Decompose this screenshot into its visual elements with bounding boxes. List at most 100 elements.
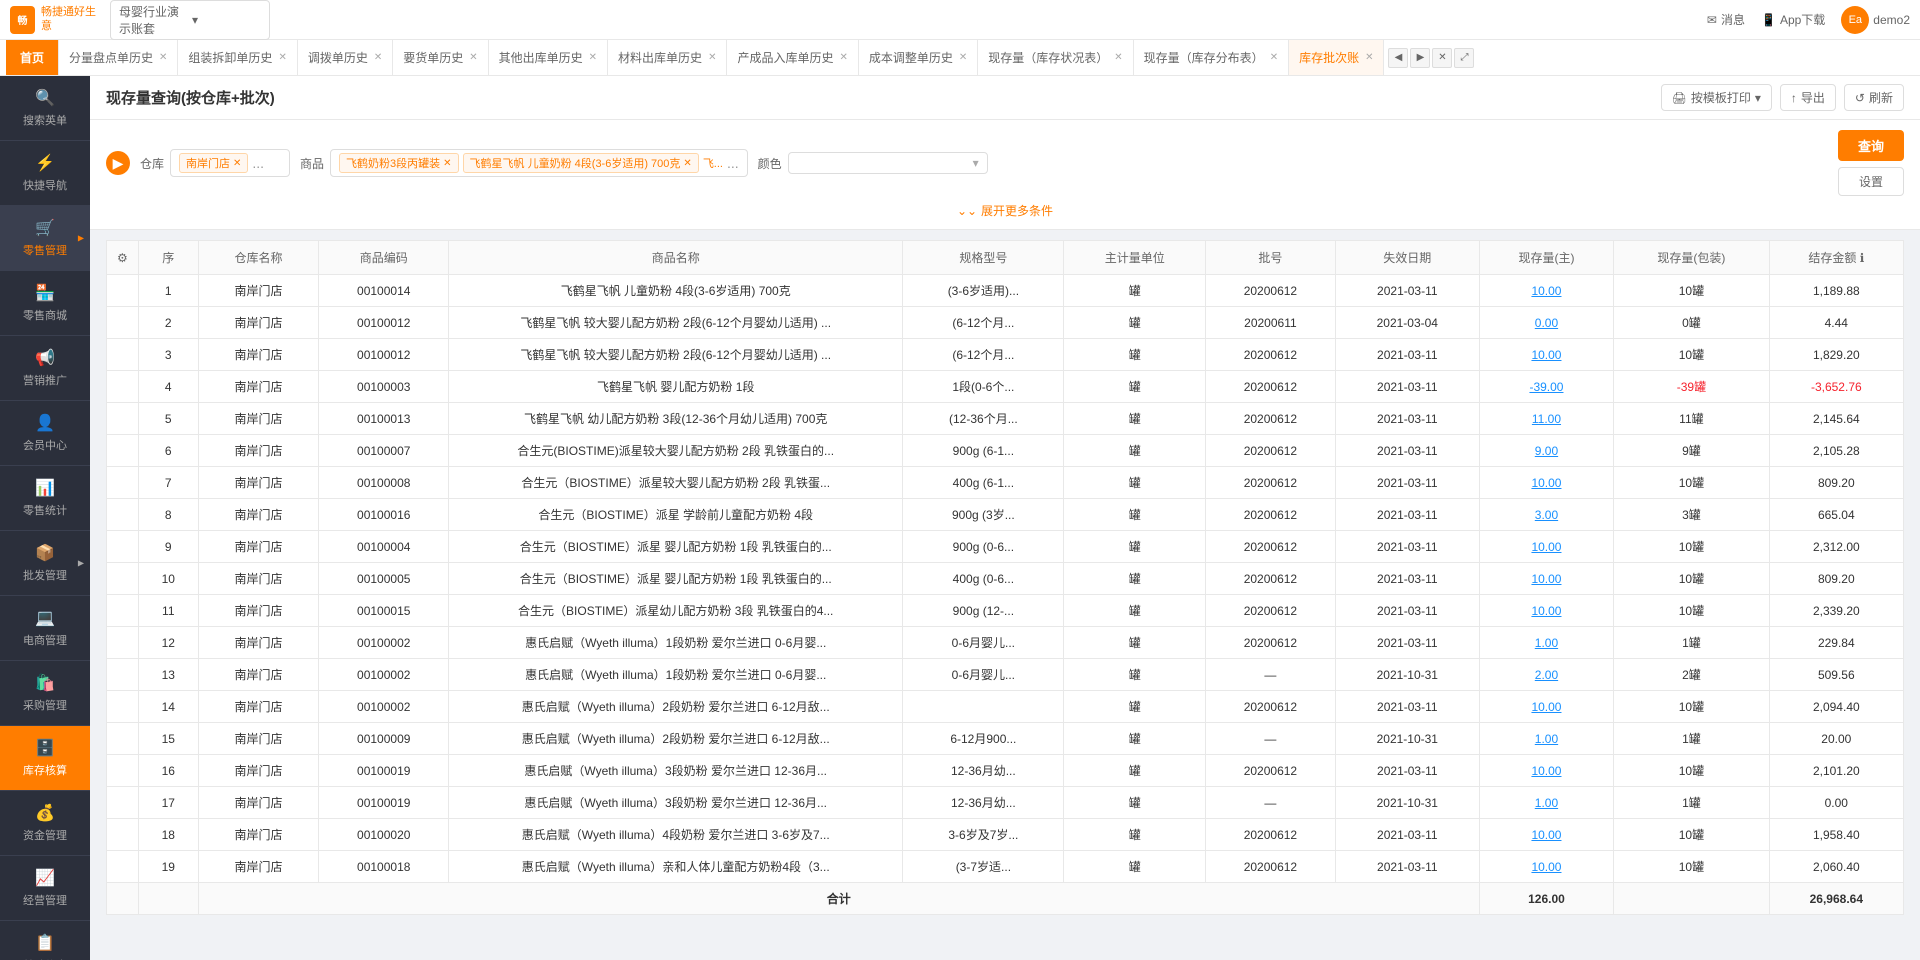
filter-toggle-button[interactable]: ▶ (106, 151, 130, 175)
nav-expand-icon[interactable]: ⤢ (1454, 48, 1474, 68)
tab-requisition[interactable]: 要货单历史 ✕ (393, 40, 488, 76)
user-area[interactable]: Ea demo2 (1841, 6, 1910, 34)
cell-stock-pack: 10罐 (1614, 851, 1769, 883)
tab-label: 成本调整单历史 (869, 49, 953, 66)
cell-stock-main[interactable]: -39.00 (1479, 371, 1613, 403)
tab-home[interactable]: 首页 (6, 40, 59, 76)
tab-batch-voucher[interactable]: 库存批次账 ✕ (1289, 40, 1384, 76)
refresh-button[interactable]: ↺ 刷新 (1844, 84, 1904, 111)
username-label: demo2 (1873, 13, 1910, 27)
tab-other-out[interactable]: 其他出库单历史 ✕ (489, 40, 608, 76)
cell-product-code: 00100015 (319, 595, 449, 627)
cell-gear (107, 339, 139, 371)
tab-close-icon[interactable]: ✕ (469, 52, 477, 63)
cell-stock-main[interactable]: 10.00 (1479, 819, 1613, 851)
table-row: 8 南岸门店 00100016 合生元（BIOSTIME）派星 学龄前儿童配方奶… (107, 499, 1904, 531)
cell-batch: 20200612 (1205, 691, 1335, 723)
tab-close-icon[interactable]: ✕ (708, 52, 716, 63)
setting-button[interactable]: 设置 (1838, 167, 1904, 196)
tab-close-icon[interactable]: ✕ (959, 52, 967, 63)
cell-warehouse: 南岸门店 (198, 627, 319, 659)
sidebar-item-basics[interactable]: 📋 基础信息 (0, 921, 90, 960)
cell-stock-main[interactable]: 1.00 (1479, 787, 1613, 819)
table-row: 1 南岸门店 00100014 飞鹤星飞帆 儿童奶粉 4段(3-6岁适用) 70… (107, 275, 1904, 307)
cell-stock-main[interactable]: 2.00 (1479, 659, 1613, 691)
cell-unit: 罐 (1064, 851, 1205, 883)
cell-stock-main[interactable]: 11.00 (1479, 403, 1613, 435)
tab-close-icon[interactable]: ✕ (374, 52, 382, 63)
cell-stock-main[interactable]: 10.00 (1479, 531, 1613, 563)
tab-close-icon[interactable]: ✕ (1365, 52, 1373, 63)
sidebar-item-label: 电商管理 (23, 632, 67, 648)
template-print-button[interactable]: 🖨 按模板打印 ▾ (1661, 84, 1772, 111)
sidebar-item-search[interactable]: 🔍 搜索英单 (0, 76, 90, 141)
nav-prev-arrow[interactable]: ◀ (1388, 48, 1408, 68)
sidebar-item-wholesale[interactable]: 📦 批发管理 ▶ (0, 531, 90, 596)
sidebar-item-quick[interactable]: ⚡ 快捷导航 (0, 141, 90, 206)
cell-stock-main[interactable]: 10.00 (1479, 851, 1613, 883)
cell-stock-main[interactable]: 10.00 (1479, 467, 1613, 499)
tab-close-icon[interactable]: ✕ (839, 52, 847, 63)
tab-close-icon[interactable]: ✕ (1270, 52, 1278, 63)
tab-stock-dist[interactable]: 现存量（库存分布表） ✕ (1134, 40, 1289, 76)
cell-stock-main[interactable]: 9.00 (1479, 435, 1613, 467)
sidebar-item-member[interactable]: 👤 会员中心 (0, 401, 90, 466)
cell-expire: 2021-03-11 (1335, 595, 1479, 627)
query-button[interactable]: 查询 (1838, 130, 1904, 161)
avatar: Ea (1841, 6, 1869, 34)
tab-close-icon[interactable]: ✕ (159, 52, 167, 63)
cell-stock-main[interactable]: 10.00 (1479, 563, 1613, 595)
sidebar-item-label: 零售商城 (23, 307, 67, 323)
tab-material-out[interactable]: 材料出库单历史 ✕ (608, 40, 727, 76)
tab-product-in[interactable]: 产成品入库单历史 ✕ (727, 40, 858, 76)
cell-stock-main[interactable]: 10.00 (1479, 691, 1613, 723)
cell-product-name: 惠氏启赋（Wyeth illuma）1段奶粉 爱尔兰进口 0-6月婴... (449, 659, 903, 691)
sidebar-item-retail-stats[interactable]: 📊 零售统计 (0, 466, 90, 531)
sidebar-item-purchase[interactable]: 🛍️ 采购管理 (0, 661, 90, 726)
warehouse-tags-input[interactable]: 南岸门店 ✕ ... (170, 149, 290, 177)
expand-more-button[interactable]: ⌄⌄ 展开更多条件 (106, 202, 1904, 219)
cell-stock-main[interactable]: 10.00 (1479, 339, 1613, 371)
product-tags-input[interactable]: 飞鹤奶粉3段丙罐装 ✕ 飞鹤星飞帆 儿童奶粉 4段(3-6岁适用) 700克 ✕… (330, 149, 748, 177)
messages-button[interactable]: ✉ 消息 (1707, 11, 1745, 28)
nav-close-icon[interactable]: ✕ (1432, 48, 1452, 68)
cell-stock-main[interactable]: 10.00 (1479, 755, 1613, 787)
product-more-dots[interactable]: ... (727, 155, 739, 171)
tab-cost-adjust[interactable]: 成本调整单历史 ✕ (859, 40, 978, 76)
tab-close-icon[interactable]: ✕ (278, 52, 286, 63)
export-button[interactable]: ↑ 导出 (1780, 84, 1836, 111)
sidebar-item-ecommerce[interactable]: 💻 电商管理 (0, 596, 90, 661)
color-tags-input[interactable]: ▾ (788, 152, 988, 174)
product-tag-close-icon[interactable]: ✕ (443, 158, 451, 169)
cell-stock-main[interactable]: 10.00 (1479, 595, 1613, 627)
column-gear[interactable]: ⚙ (107, 241, 139, 275)
warehouse-more-dots[interactable]: ... (252, 155, 264, 171)
cell-stock-main[interactable]: 0.00 (1479, 307, 1613, 339)
sidebar-item-retail[interactable]: 🛒 零售管理 ▶ (0, 206, 90, 271)
cell-gear (107, 659, 139, 691)
sidebar-item-inventory[interactable]: 🗄️ 库存核算 (0, 726, 90, 791)
cell-stock-main[interactable]: 3.00 (1479, 499, 1613, 531)
column-spec: 规格型号 (903, 241, 1064, 275)
tab-split[interactable]: 分量盘点单历史 ✕ (59, 40, 178, 76)
cell-stock-main[interactable]: 10.00 (1479, 275, 1613, 307)
app-download-button[interactable]: 📱 App下载 (1761, 11, 1825, 28)
cell-stock-main[interactable]: 1.00 (1479, 627, 1613, 659)
tab-stock-status[interactable]: 现存量（库存状况表） ✕ (978, 40, 1133, 76)
lightning-icon: ⚡ (35, 153, 55, 173)
nav-next-arrow[interactable]: ▶ (1410, 48, 1430, 68)
product-tag-close-icon[interactable]: ✕ (683, 158, 691, 169)
tab-close-icon[interactable]: ✕ (589, 52, 597, 63)
sidebar-item-marketing[interactable]: 📢 营销推广 (0, 336, 90, 401)
sidebar-item-retail-shop[interactable]: 🏪 零售商城 (0, 271, 90, 336)
tab-disassemble[interactable]: 组装拆卸单历史 ✕ (178, 40, 297, 76)
tab-adjust[interactable]: 调拨单历史 ✕ (298, 40, 393, 76)
tab-close-icon[interactable]: ✕ (1114, 52, 1122, 63)
sidebar-item-finance[interactable]: 💰 资金管理 (0, 791, 90, 856)
workspace-selector[interactable]: 母婴行业演示账套 ▾ (110, 0, 270, 40)
cell-stock-pack: 1罐 (1614, 787, 1769, 819)
warehouse-tag-close-icon[interactable]: ✕ (233, 158, 241, 169)
sidebar-item-operations[interactable]: 📈 经营管理 (0, 856, 90, 921)
cell-balance: 2,339.20 (1769, 595, 1903, 627)
cell-stock-main[interactable]: 1.00 (1479, 723, 1613, 755)
